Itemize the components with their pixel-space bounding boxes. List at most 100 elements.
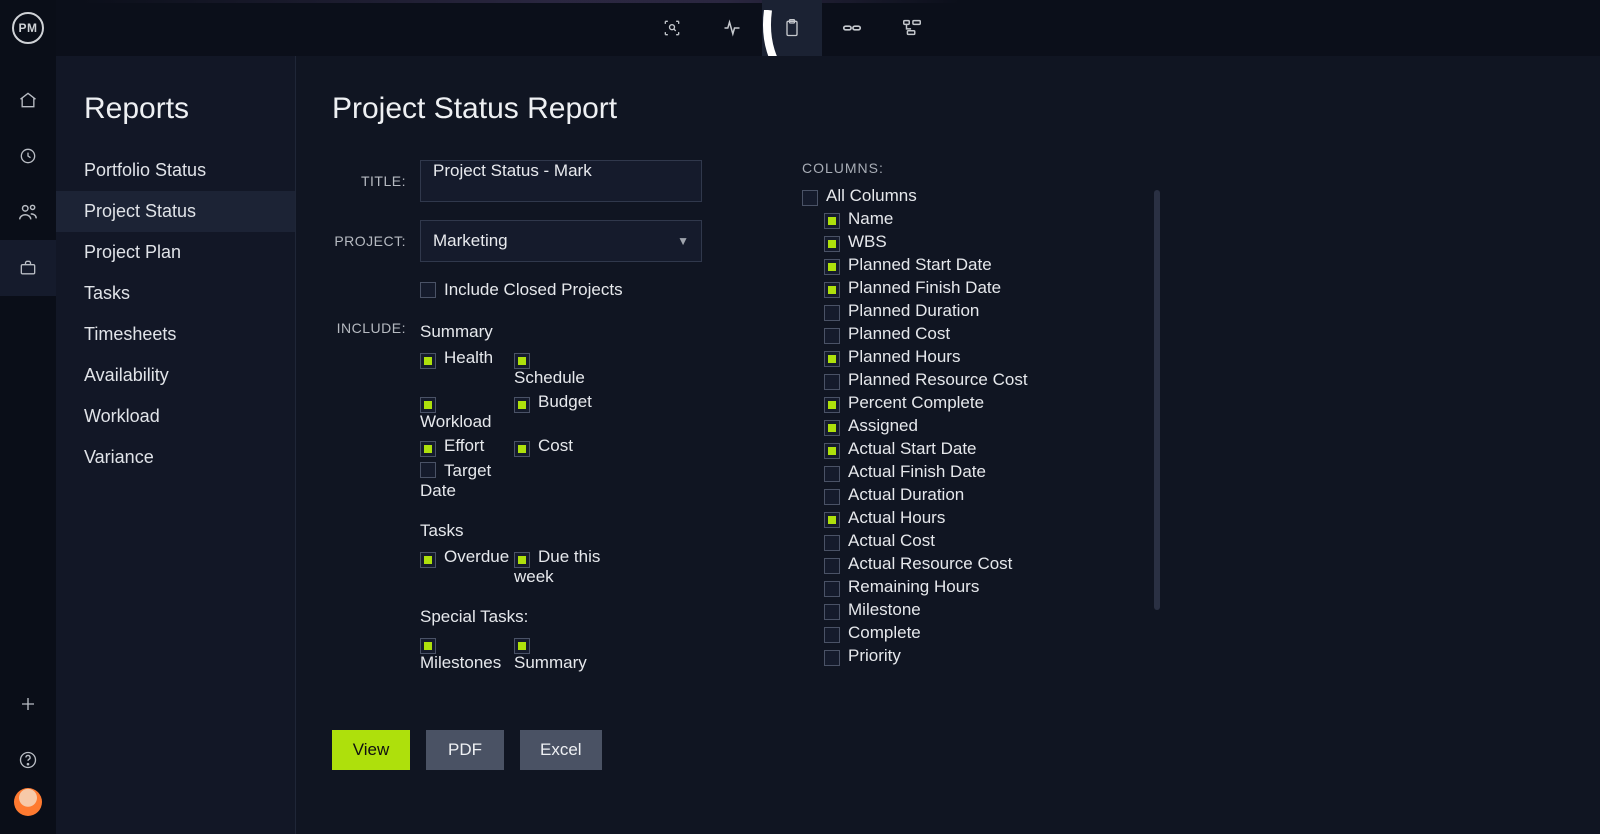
column-option[interactable]: Remaining Hours bbox=[824, 577, 1142, 597]
column-checkbox[interactable] bbox=[824, 489, 840, 505]
briefcase-icon[interactable] bbox=[0, 240, 56, 296]
summary-option[interactable]: Schedule bbox=[514, 348, 608, 388]
column-option[interactable]: Actual Cost bbox=[824, 531, 1142, 551]
excel-button[interactable]: Excel bbox=[520, 730, 602, 770]
summary-checkbox[interactable] bbox=[514, 397, 530, 413]
column-option[interactable]: Actual Hours bbox=[824, 508, 1142, 528]
column-option[interactable]: Priority bbox=[824, 646, 1142, 666]
summary-option[interactable]: Budget bbox=[514, 392, 608, 432]
column-checkbox[interactable] bbox=[824, 236, 840, 252]
project-select[interactable]: Marketing ▼ bbox=[420, 220, 702, 262]
special-checkbox[interactable] bbox=[420, 638, 436, 654]
flow-icon[interactable] bbox=[900, 16, 924, 40]
avatar[interactable] bbox=[14, 788, 42, 816]
summary-checkbox[interactable] bbox=[514, 441, 530, 457]
add-icon[interactable] bbox=[0, 676, 56, 732]
column-option[interactable]: Percent Complete bbox=[824, 393, 1142, 413]
column-option[interactable]: Planned Duration bbox=[824, 301, 1142, 321]
column-checkbox[interactable] bbox=[824, 420, 840, 436]
tasks-option[interactable]: Due this week bbox=[514, 547, 608, 587]
title-input[interactable]: Project Status - Mark bbox=[420, 160, 702, 202]
pdf-button[interactable]: PDF bbox=[426, 730, 504, 770]
column-label: Actual Start Date bbox=[848, 439, 977, 459]
tasks-option[interactable]: Overdue bbox=[420, 547, 514, 587]
summary-checkbox[interactable] bbox=[420, 462, 436, 478]
column-checkbox[interactable] bbox=[824, 213, 840, 229]
column-option[interactable]: Milestone bbox=[824, 600, 1142, 620]
sidebar-item-portfolio-status[interactable]: Portfolio Status bbox=[56, 150, 295, 191]
special-option[interactable]: Milestones bbox=[420, 633, 514, 673]
tasks-checkbox[interactable] bbox=[420, 552, 436, 568]
column-option[interactable]: Planned Resource Cost bbox=[824, 370, 1142, 390]
summary-option[interactable]: Target Date bbox=[420, 460, 514, 501]
summary-option[interactable]: Cost bbox=[514, 436, 608, 456]
column-checkbox[interactable] bbox=[824, 374, 840, 390]
include-closed-checkbox[interactable] bbox=[420, 282, 436, 298]
column-option[interactable]: Actual Finish Date bbox=[824, 462, 1142, 482]
column-checkbox[interactable] bbox=[824, 351, 840, 367]
column-option[interactable]: Planned Start Date bbox=[824, 255, 1142, 275]
sidebar-item-workload[interactable]: Workload bbox=[56, 396, 295, 437]
reports-sidebar: Reports Portfolio StatusProject StatusPr… bbox=[56, 56, 296, 834]
column-option[interactable]: Assigned bbox=[824, 416, 1142, 436]
people-icon[interactable] bbox=[0, 184, 56, 240]
column-option[interactable]: Name bbox=[824, 209, 1142, 229]
sidebar-item-variance[interactable]: Variance bbox=[56, 437, 295, 478]
special-header: Special Tasks: bbox=[420, 607, 702, 627]
column-checkbox[interactable] bbox=[824, 397, 840, 413]
column-option[interactable]: WBS bbox=[824, 232, 1142, 252]
column-checkbox[interactable] bbox=[824, 581, 840, 597]
view-button[interactable]: View bbox=[332, 730, 410, 770]
summary-option[interactable]: Workload bbox=[420, 392, 514, 432]
column-option[interactable]: Planned Cost bbox=[824, 324, 1142, 344]
column-label: Planned Start Date bbox=[848, 255, 992, 275]
column-option[interactable]: Planned Hours bbox=[824, 347, 1142, 367]
help-icon[interactable] bbox=[0, 732, 56, 788]
column-checkbox[interactable] bbox=[824, 627, 840, 643]
sidebar-item-availability[interactable]: Availability bbox=[56, 355, 295, 396]
column-checkbox[interactable] bbox=[824, 466, 840, 482]
column-option[interactable]: Actual Duration bbox=[824, 485, 1142, 505]
columns-all-row[interactable]: All Columns bbox=[802, 186, 1142, 206]
clock-icon[interactable] bbox=[0, 128, 56, 184]
special-label: Summary bbox=[514, 653, 587, 672]
column-checkbox[interactable] bbox=[824, 558, 840, 574]
column-checkbox[interactable] bbox=[824, 604, 840, 620]
activity-icon[interactable] bbox=[720, 16, 744, 40]
sidebar-item-project-status[interactable]: Project Status bbox=[56, 191, 295, 232]
column-option[interactable]: Planned Finish Date bbox=[824, 278, 1142, 298]
special-option[interactable]: Summary bbox=[514, 633, 608, 673]
summary-checkbox[interactable] bbox=[420, 397, 436, 413]
link-icon[interactable] bbox=[840, 16, 864, 40]
summary-option[interactable]: Health bbox=[420, 348, 514, 388]
column-checkbox[interactable] bbox=[824, 305, 840, 321]
summary-checkbox[interactable] bbox=[420, 353, 436, 369]
column-option[interactable]: Actual Start Date bbox=[824, 439, 1142, 459]
column-checkbox[interactable] bbox=[824, 535, 840, 551]
column-label: Planned Hours bbox=[848, 347, 960, 367]
column-checkbox[interactable] bbox=[824, 443, 840, 459]
column-checkbox[interactable] bbox=[824, 512, 840, 528]
tasks-checkbox[interactable] bbox=[514, 552, 530, 568]
include-closed-row[interactable]: Include Closed Projects bbox=[420, 280, 623, 300]
home-icon[interactable] bbox=[0, 72, 56, 128]
special-checkbox[interactable] bbox=[514, 638, 530, 654]
columns-scrollbar[interactable] bbox=[1154, 190, 1160, 610]
app-logo[interactable]: PM bbox=[12, 12, 44, 44]
column-option[interactable]: Complete bbox=[824, 623, 1142, 643]
search-zoom-icon[interactable] bbox=[660, 16, 684, 40]
column-checkbox[interactable] bbox=[824, 650, 840, 666]
column-option[interactable]: Actual Resource Cost bbox=[824, 554, 1142, 574]
column-checkbox[interactable] bbox=[824, 328, 840, 344]
column-checkbox[interactable] bbox=[824, 282, 840, 298]
sidebar-item-tasks[interactable]: Tasks bbox=[56, 273, 295, 314]
sidebar-item-project-plan[interactable]: Project Plan bbox=[56, 232, 295, 273]
column-checkbox[interactable] bbox=[824, 259, 840, 275]
summary-option[interactable]: Effort bbox=[420, 436, 514, 456]
summary-checkbox[interactable] bbox=[420, 441, 436, 457]
columns-all-checkbox[interactable] bbox=[802, 190, 818, 206]
clipboard-icon[interactable] bbox=[780, 16, 804, 40]
sidebar-item-timesheets[interactable]: Timesheets bbox=[56, 314, 295, 355]
summary-checkbox[interactable] bbox=[514, 353, 530, 369]
top-bar bbox=[0, 0, 1600, 56]
